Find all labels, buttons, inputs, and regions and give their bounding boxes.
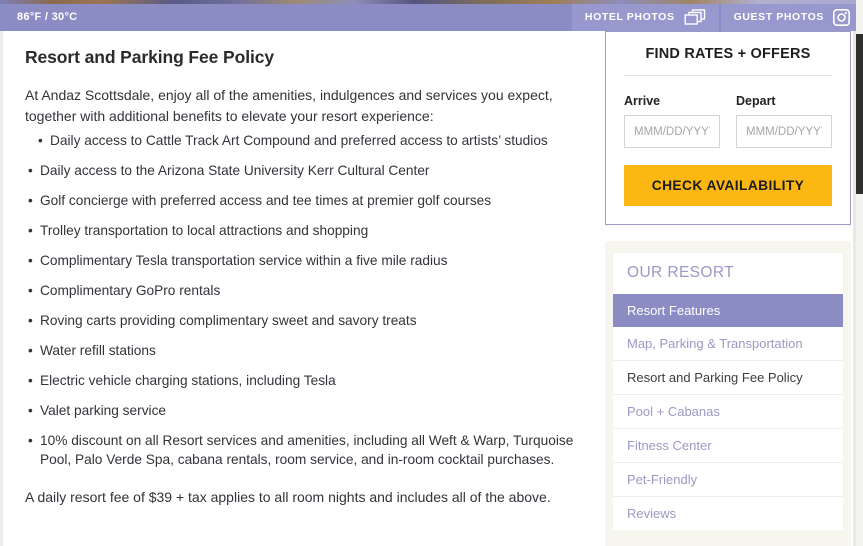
nav-item-map-parking-transportation[interactable]: Map, Parking & Transportation [613,327,843,360]
date-row: Arrive Depart [624,94,832,148]
depart-label: Depart [736,94,832,108]
booking-divider [624,75,832,76]
list-item: Water refill stations [25,341,574,360]
resort-nav-inner: OUR RESORT Resort Features Map, Parking … [613,253,843,530]
topbar-actions: HOTEL PHOTOS GUEST PHOTOS [572,3,863,31]
list-item: Complimentary GoPro rentals [25,281,574,300]
site-utility-bar: 86°F / 30°C HOTEL PHOTOS GUEST PHOTOS [0,3,863,31]
list-item: Daily access to the Arizona State Univer… [25,161,574,180]
arrive-label: Arrive [624,94,720,108]
right-rail: FIND RATES + OFFERS Arrive Depart CHECK … [600,31,856,546]
nav-item-pool-cabanas[interactable]: Pool + Cabanas [613,394,843,428]
arrive-field-group: Arrive [624,94,720,148]
depart-date-input[interactable] [736,115,832,148]
page-scrollbar-thumb[interactable] [856,34,863,194]
list-item: Golf concierge with preferred access and… [25,191,574,210]
guest-photos-button[interactable]: GUEST PHOTOS [719,3,863,31]
article-content: Resort and Parking Fee Policy At Andaz S… [0,31,598,546]
list-item: Roving carts providing complimentary swe… [25,311,574,330]
hotel-photos-button[interactable]: HOTEL PHOTOS [572,3,719,31]
resort-fee-note: A daily resort fee of $39 + tax applies … [25,487,574,507]
list-item: Electric vehicle charging stations, incl… [25,371,574,390]
page-root: 86°F / 30°C HOTEL PHOTOS GUEST PHOTOS [0,0,863,546]
intro-paragraph: At Andaz Scottsdale, enjoy all of the am… [25,85,574,127]
booking-widget-title: FIND RATES + OFFERS [624,46,832,75]
list-item: 10% discount on all Resort services and … [25,431,574,469]
stacked-photos-icon [684,9,706,26]
arrive-date-input[interactable] [624,115,720,148]
resort-nav-panel: OUR RESORT Resort Features Map, Parking … [605,241,851,546]
booking-widget: FIND RATES + OFFERS Arrive Depart CHECK … [605,31,851,225]
resort-nav-heading: OUR RESORT [613,253,843,294]
list-item: Valet parking service [25,401,574,420]
list-item: Daily access to Cattle Track Art Compoun… [25,131,574,150]
guest-photos-label: GUEST PHOTOS [734,11,824,23]
list-item: Trolley transportation to local attracti… [25,221,574,240]
nav-item-resort-and-parking-fee-policy[interactable]: Resort and Parking Fee Policy [613,360,843,394]
instagram-camera-icon [833,9,850,26]
depart-field-group: Depart [736,94,832,148]
hero-photo-sliver [0,0,863,4]
page-title: Resort and Parking Fee Policy [25,47,574,68]
list-item: Complimentary Tesla transportation servi… [25,251,574,270]
hotel-photos-label: HOTEL PHOTOS [585,11,675,23]
nav-item-resort-features[interactable]: Resort Features [613,294,843,327]
weather-readout: 86°F / 30°C [0,11,77,23]
nav-item-reviews[interactable]: Reviews [613,496,843,530]
nav-item-pet-friendly[interactable]: Pet-Friendly [613,462,843,496]
check-availability-button[interactable]: CHECK AVAILABILITY [624,165,832,206]
amenities-list: Daily access to Cattle Track Art Compoun… [25,131,574,469]
nav-item-fitness-center[interactable]: Fitness Center [613,428,843,462]
